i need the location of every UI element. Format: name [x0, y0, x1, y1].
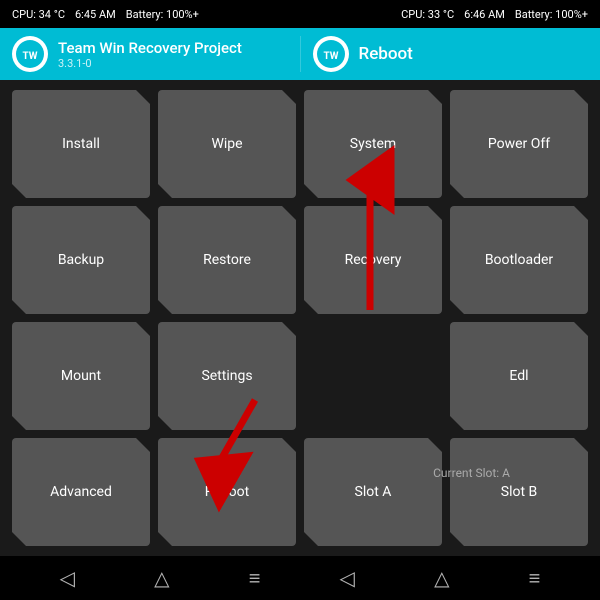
home-button-left[interactable]: △ [146, 558, 177, 598]
settings-button[interactable]: Settings [158, 322, 296, 430]
time-right: 6:46 AM [464, 8, 505, 21]
reboot-logo: TW [313, 36, 349, 72]
header-left: TW Team Win Recovery Project 3.3.1-0 [0, 36, 300, 72]
twrp-logo: TW [12, 36, 48, 72]
battery-left: Battery: 100%+ [126, 8, 199, 21]
nav-bar: ◁ △ ≡ ◁ △ ≡ [0, 556, 600, 600]
restore-button[interactable]: Restore [158, 206, 296, 314]
reboot-label: Reboot [359, 44, 413, 64]
cpu-temp-right: CPU: 33 °C [401, 8, 454, 21]
reboot-button[interactable]: Reboot [158, 438, 296, 546]
edl-button[interactable]: Edl [450, 322, 588, 430]
slot-a-button[interactable]: Slot A [304, 438, 442, 546]
menu-button-left[interactable]: ≡ [241, 558, 269, 599]
bootloader-button[interactable]: Bootloader [450, 206, 588, 314]
main-grid: Install Wipe System Power Off Backup Res… [0, 80, 600, 556]
system-button[interactable]: System [304, 90, 442, 198]
cpu-temp-left: CPU: 34 °C [12, 8, 65, 21]
status-bar: CPU: 34 °C 6:45 AM Battery: 100%+ CPU: 3… [0, 0, 600, 28]
header-right[interactable]: TW Reboot [300, 36, 600, 72]
recovery-button[interactable]: Recovery [304, 206, 442, 314]
app-title: Team Win Recovery Project [58, 39, 242, 57]
home-button-right[interactable]: △ [426, 558, 457, 598]
status-left: CPU: 34 °C 6:45 AM Battery: 100%+ [12, 8, 199, 21]
mount-button[interactable]: Mount [12, 322, 150, 430]
header: TW Team Win Recovery Project 3.3.1-0 TW … [0, 28, 600, 80]
slot-b-button[interactable]: Slot B [450, 438, 588, 546]
status-right: CPU: 33 °C 6:46 AM Battery: 100%+ [401, 8, 588, 21]
menu-button-right[interactable]: ≡ [521, 558, 549, 599]
back-button-right[interactable]: ◁ [332, 558, 363, 598]
backup-button[interactable]: Backup [12, 206, 150, 314]
install-button[interactable]: Install [12, 90, 150, 198]
svg-text:TW: TW [323, 51, 338, 62]
svg-text:TW: TW [22, 51, 37, 62]
app-version: 3.3.1-0 [58, 57, 242, 70]
back-button-left[interactable]: ◁ [52, 558, 83, 598]
wipe-button[interactable]: Wipe [158, 90, 296, 198]
battery-right: Battery: 100%+ [515, 8, 588, 21]
power-off-button[interactable]: Power Off [450, 90, 588, 198]
advanced-button[interactable]: Advanced [12, 438, 150, 546]
time-left: 6:45 AM [75, 8, 116, 21]
header-title-group: Team Win Recovery Project 3.3.1-0 [58, 39, 242, 70]
